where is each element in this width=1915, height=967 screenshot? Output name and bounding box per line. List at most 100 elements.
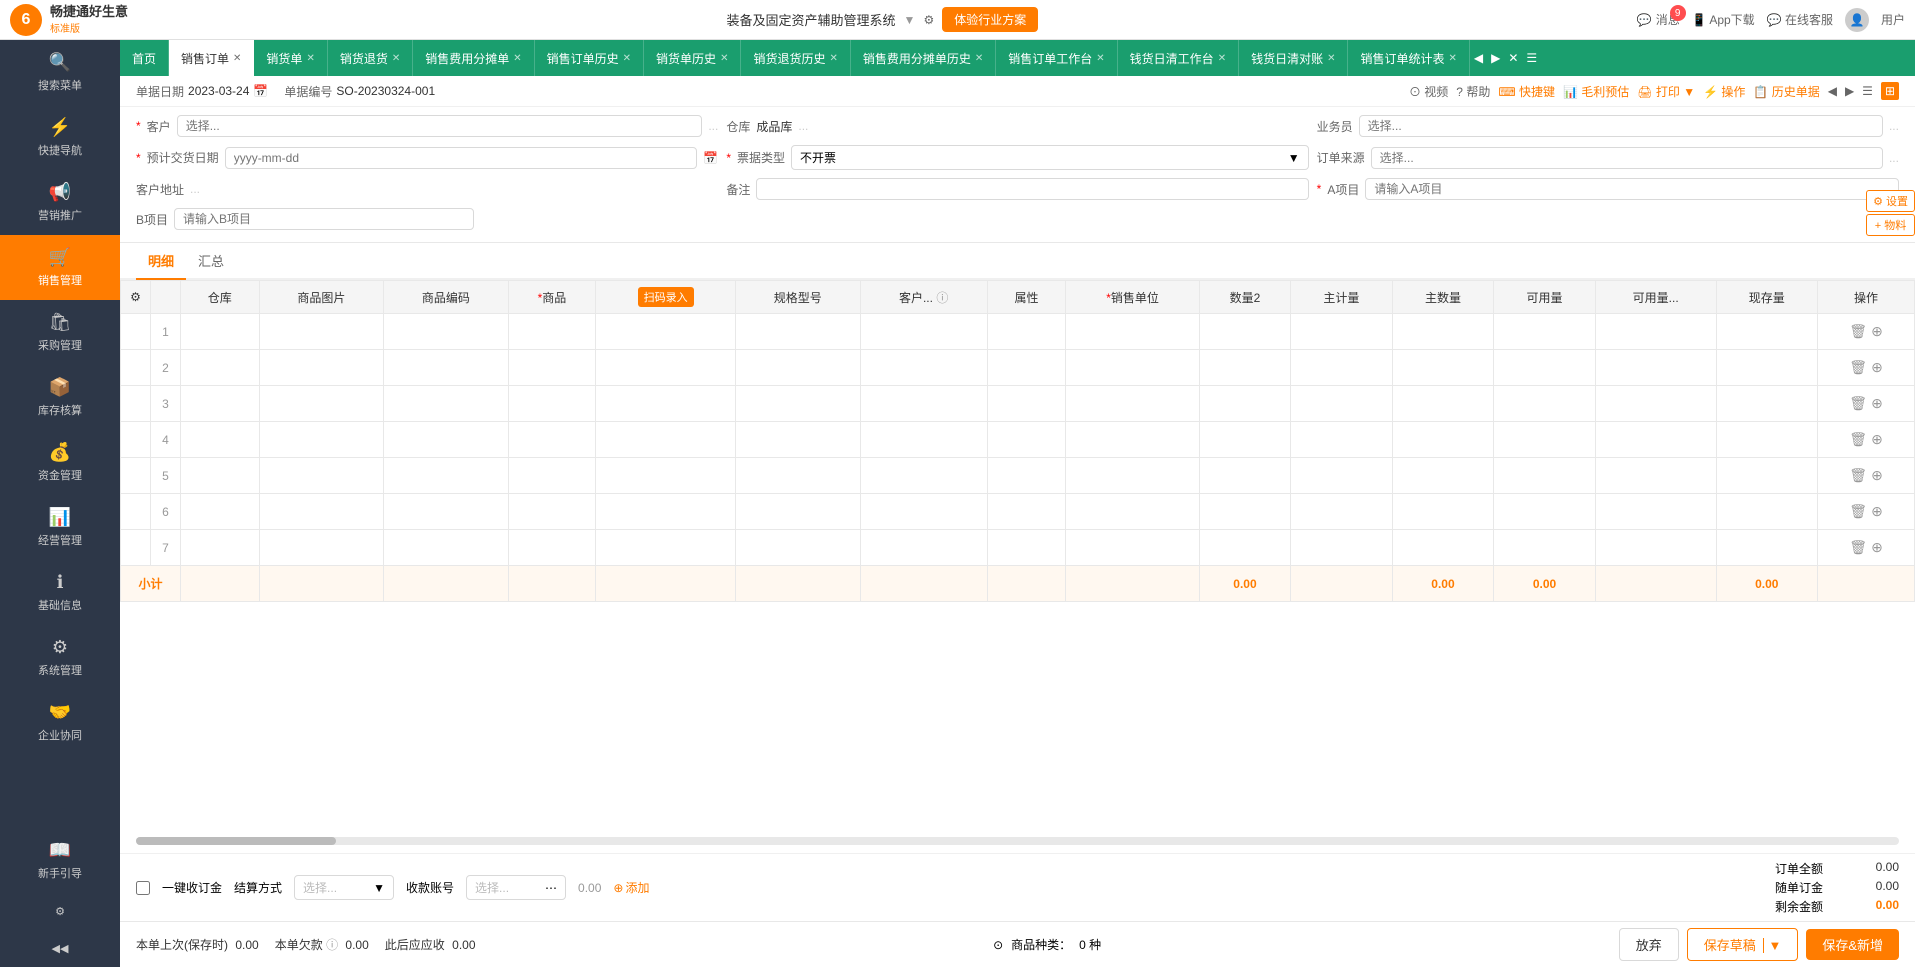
tab-strip-detail[interactable]: 明细 — [136, 243, 186, 280]
row1-qty2[interactable] — [1199, 314, 1290, 350]
row6-customer-code[interactable] — [860, 494, 987, 530]
col-gear[interactable]: ⚙ — [121, 281, 151, 314]
preview-btn[interactable]: ⊙ 视频 — [1409, 83, 1448, 100]
sidebar-settings-btn[interactable]: ⚙ — [0, 893, 120, 930]
row3-qty2[interactable] — [1199, 386, 1290, 422]
row1-code[interactable] — [384, 314, 509, 350]
tab-home[interactable]: 首页 — [120, 40, 169, 76]
sidebar-collapse-btn[interactable]: ◀◀ — [0, 930, 120, 967]
sidebar-item-enterprise[interactable]: 🤝 企业协同 — [0, 690, 120, 755]
row1-unit[interactable] — [1066, 314, 1200, 350]
row6-product[interactable] — [508, 494, 596, 530]
order-source-more-icon[interactable]: ... — [1889, 151, 1899, 165]
row5-qty2[interactable] — [1199, 458, 1290, 494]
tab-order-stats[interactable]: 销售订单统计表 ✕ — [1348, 40, 1469, 76]
tab-sales-slip-close[interactable]: ✕ — [306, 53, 314, 64]
row3-warehouse[interactable] — [181, 386, 260, 422]
tab-return-history[interactable]: 销货退货历史 ✕ — [741, 40, 850, 76]
sidebar-item-purchase[interactable]: 🛍 采购管理 — [0, 300, 120, 365]
customer-input[interactable] — [177, 115, 703, 137]
help-btn[interactable]: ? 帮助 — [1456, 83, 1490, 100]
row4-delete-btn[interactable]: 🗑 — [1849, 431, 1867, 448]
row3-unit[interactable] — [1066, 386, 1200, 422]
tab-strip-summary[interactable]: 汇总 — [186, 243, 236, 278]
row7-code[interactable] — [384, 530, 509, 566]
message-area[interactable]: 💬 9 消息 — [1637, 11, 1680, 28]
warehouse-more-icon[interactable]: ... — [798, 119, 808, 133]
row6-code[interactable] — [384, 494, 509, 530]
row4-warehouse[interactable] — [181, 422, 260, 458]
row3-customer-code[interactable] — [860, 386, 987, 422]
row5-attr[interactable] — [987, 458, 1066, 494]
row5-spec[interactable] — [736, 458, 861, 494]
row6-spec[interactable] — [736, 494, 861, 530]
row1-product[interactable] — [508, 314, 596, 350]
row7-spec[interactable] — [736, 530, 861, 566]
row5-delete-btn[interactable]: 🗑 — [1849, 467, 1867, 484]
tab-prev-btn[interactable]: ◀ — [1470, 51, 1487, 65]
row1-delete-btn[interactable]: 🗑 — [1849, 323, 1867, 340]
tab-daily-clear-workbench[interactable]: 钱货日清工作台 ✕ — [1118, 40, 1239, 76]
tab-sales-order-close[interactable]: ✕ — [233, 53, 241, 64]
history-btn[interactable]: 📋 历史单据 — [1753, 83, 1819, 100]
row6-attr[interactable] — [987, 494, 1066, 530]
row4-spec[interactable] — [736, 422, 861, 458]
payment-method-select[interactable]: 选择... ▼ — [294, 875, 394, 900]
scrollbar[interactable] — [136, 837, 1899, 845]
tab-menu-btn[interactable]: ☰ — [1522, 51, 1541, 65]
sidebar-item-sales[interactable]: 🛒 销售管理 — [0, 235, 120, 300]
row3-attr[interactable] — [987, 386, 1066, 422]
app-download[interactable]: 📱 App下载 — [1692, 11, 1755, 28]
operation-btn[interactable]: ⚡ 操作 — [1703, 83, 1745, 100]
save-draft-btn[interactable]: 保存草稿 ▼ — [1687, 928, 1799, 961]
customer-code-info-icon[interactable]: ⓘ — [936, 291, 948, 305]
b-project-input[interactable] — [174, 208, 474, 230]
tab-daily-clear-workbench-close[interactable]: ✕ — [1218, 53, 1226, 64]
prev-record-btn[interactable]: ◀ — [1828, 84, 1837, 98]
online-service[interactable]: 💬 在线客服 — [1767, 11, 1833, 28]
row5-warehouse[interactable] — [181, 458, 260, 494]
row1-copy-btn[interactable]: ⊕ — [1871, 323, 1883, 340]
row4-main-qty[interactable] — [1392, 422, 1494, 458]
row5-product[interactable] — [508, 458, 596, 494]
row2-qty2[interactable] — [1199, 350, 1290, 386]
tab-order-stats-close[interactable]: ✕ — [1449, 53, 1457, 64]
row5-main-qty[interactable] — [1392, 458, 1494, 494]
row7-copy-btn[interactable]: ⊕ — [1871, 539, 1883, 556]
customer-more-icon[interactable]: ... — [708, 119, 718, 133]
row3-code[interactable] — [384, 386, 509, 422]
tab-return-history-close[interactable]: ✕ — [829, 53, 837, 64]
sidebar-item-quicknav[interactable]: ⚡ 快捷导航 — [0, 105, 120, 170]
account-select[interactable]: 选择... ⋯ — [466, 875, 566, 900]
save-draft-dropdown-icon[interactable]: ▼ — [1763, 938, 1781, 953]
sidebar-item-search[interactable]: 🔍 搜索菜单 — [0, 40, 120, 105]
row4-customer-code[interactable] — [860, 422, 987, 458]
row1-attr[interactable] — [987, 314, 1066, 350]
add-material-btn[interactable]: + 物料 — [1866, 214, 1915, 236]
row2-attr[interactable] — [987, 350, 1066, 386]
tab-sales-slip[interactable]: 销货单 ✕ — [254, 40, 327, 76]
tab-daily-reconcile-close[interactable]: ✕ — [1327, 53, 1335, 64]
tab-sales-order-history[interactable]: 销售订单历史 ✕ — [535, 40, 644, 76]
row7-unit[interactable] — [1066, 530, 1200, 566]
tab-sales-expense-close[interactable]: ✕ — [513, 53, 521, 64]
row4-code[interactable] — [384, 422, 509, 458]
grid-view-btn[interactable]: ⊞ — [1881, 82, 1899, 100]
row7-warehouse[interactable] — [181, 530, 260, 566]
row2-delete-btn[interactable]: 🗑 — [1849, 359, 1867, 376]
row7-qty2[interactable] — [1199, 530, 1290, 566]
invoice-select[interactable]: 不开票 ▼ — [791, 145, 1309, 170]
row2-spec[interactable] — [736, 350, 861, 386]
tab-order-workbench[interactable]: 销售订单工作台 ✕ — [996, 40, 1117, 76]
sidebar-item-operations[interactable]: 📊 经营管理 — [0, 495, 120, 560]
row4-product[interactable] — [508, 422, 596, 458]
row7-attr[interactable] — [987, 530, 1066, 566]
tab-sales-slip-history-close[interactable]: ✕ — [720, 53, 728, 64]
sidebar-item-inventory[interactable]: 📦 库存核算 — [0, 365, 120, 430]
row3-delete-btn[interactable]: 🗑 — [1849, 395, 1867, 412]
order-source-input[interactable] — [1371, 147, 1883, 169]
customer-addr-more-icon[interactable]: ... — [190, 182, 200, 196]
row7-product[interactable] — [508, 530, 596, 566]
calendar-icon[interactable]: 📅 — [253, 84, 268, 98]
sidebar-item-marketing[interactable]: 📢 营销推广 — [0, 170, 120, 235]
